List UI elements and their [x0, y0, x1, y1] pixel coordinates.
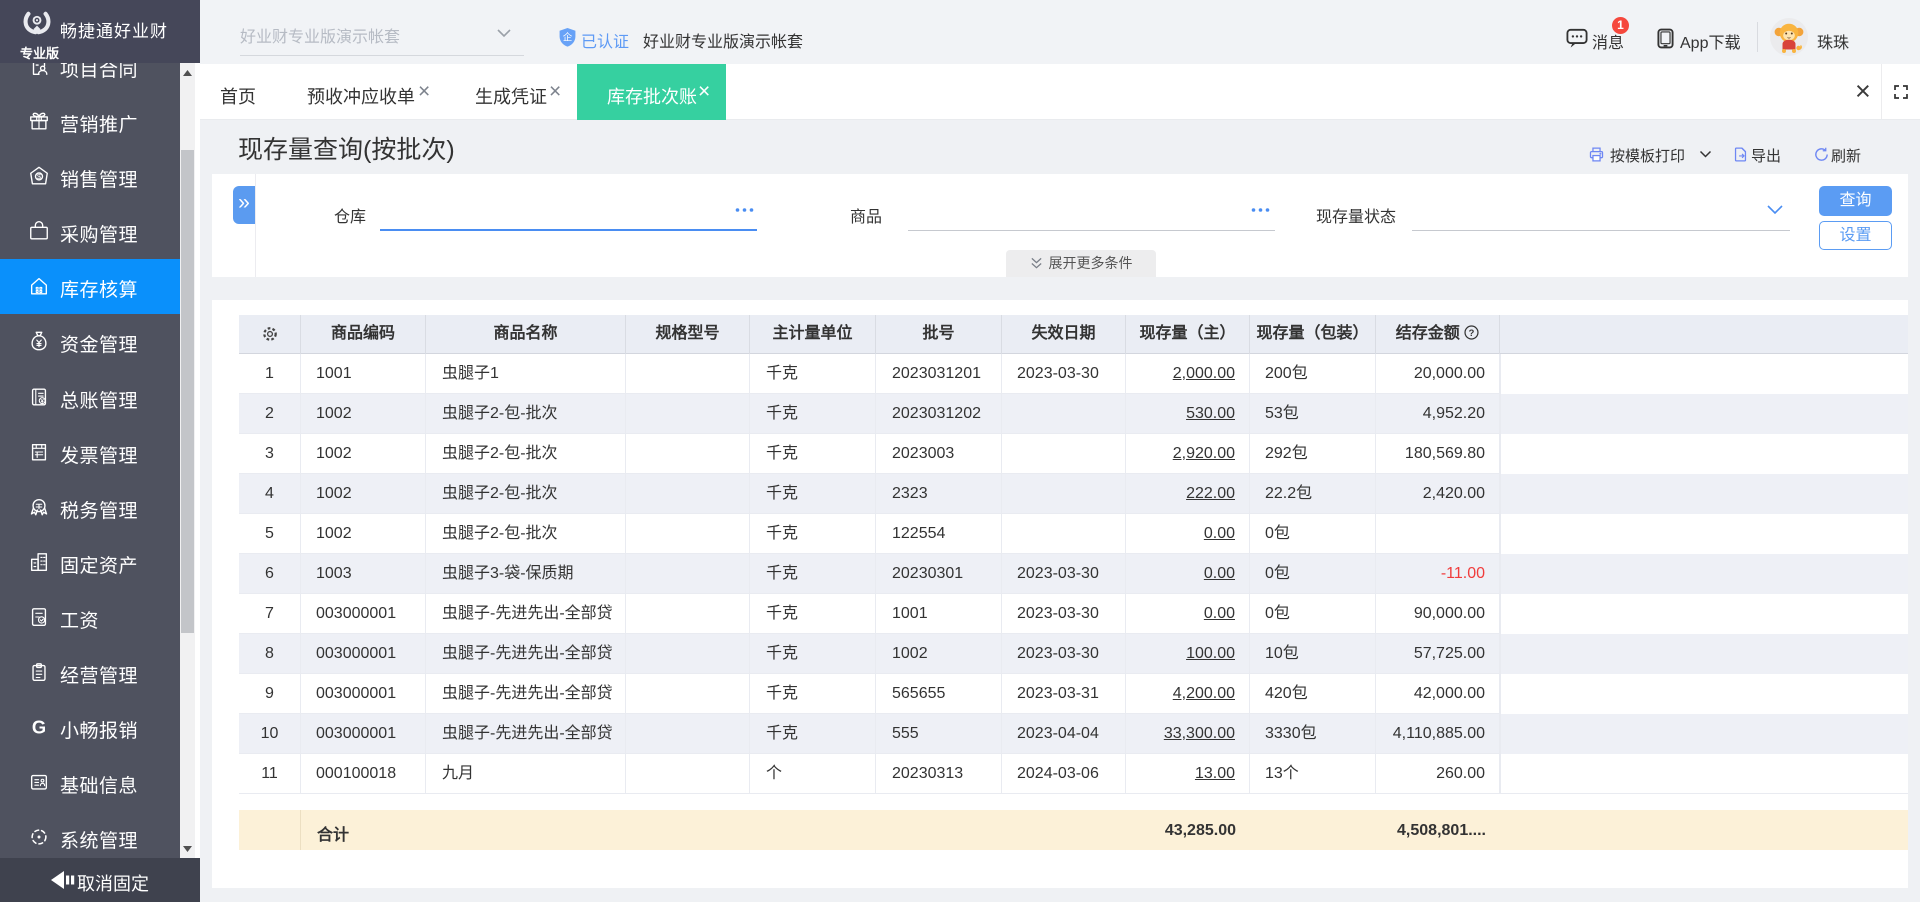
svg-text:$: $	[37, 172, 41, 181]
svg-text:G: G	[32, 717, 46, 738]
svg-text:?: ?	[1469, 328, 1475, 338]
svg-text:企: 企	[563, 32, 573, 44]
